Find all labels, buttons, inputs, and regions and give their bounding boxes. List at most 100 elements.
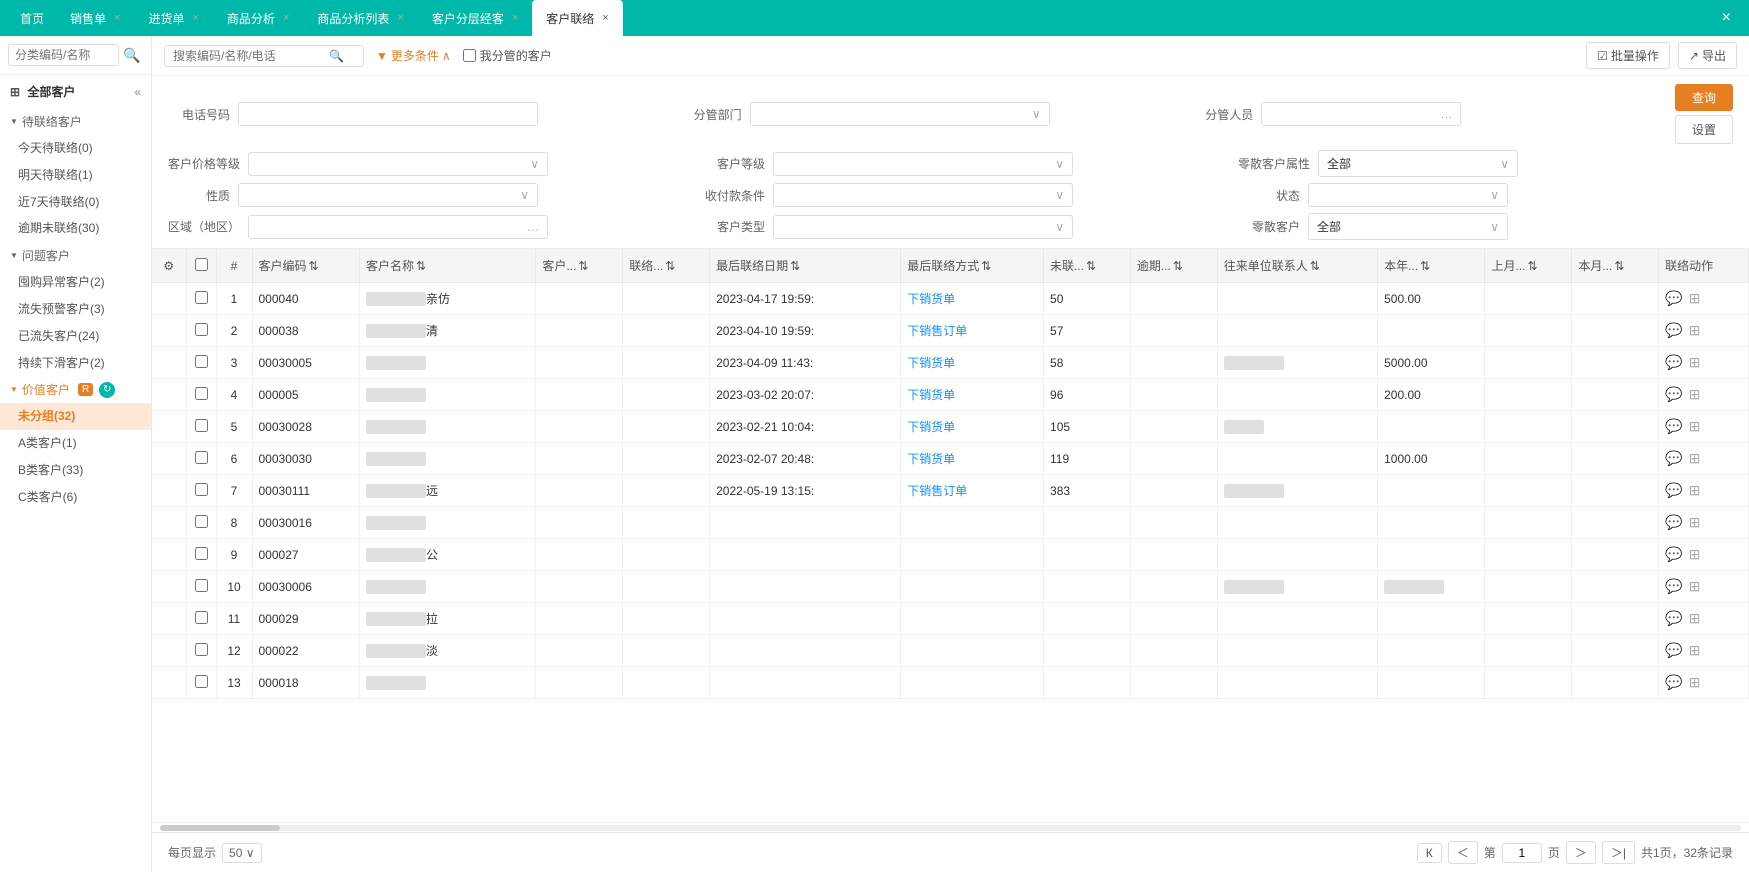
value-group-header[interactable]: ▼ 价值客户 R ↻ [0,376,151,403]
grid-action-icon[interactable]: ⊞ [1689,514,1701,531]
row-checkbox[interactable] [195,643,208,656]
th-code[interactable]: 客户编码⇅ [252,249,359,283]
grid-action-icon[interactable]: ⊞ [1689,354,1701,371]
close-product-analysis-icon[interactable]: × [283,12,289,24]
grid-action-icon[interactable]: ⊞ [1689,418,1701,435]
comment-icon[interactable]: 💬 [1665,354,1682,371]
retail-customer-select[interactable]: 全部 ∨ [1308,213,1508,240]
row-checkbox[interactable] [195,611,208,624]
contact-method-link[interactable]: 下销货单 [907,452,955,466]
th-name[interactable]: 客户名称⇅ [359,249,535,283]
th-last-contact-date[interactable]: 最后联络日期⇅ [710,249,901,283]
sidebar-item-class-c[interactable]: C类客户(6) [0,484,151,511]
comment-icon[interactable]: 💬 [1665,322,1682,339]
sidebar-search-icon[interactable]: 🔍 [123,47,140,64]
sidebar-item-declining[interactable]: 持续下滑客户(2) [0,350,151,377]
th-type[interactable]: 客户...⇅ [536,249,623,283]
row-checkbox[interactable] [195,515,208,528]
grid-action-icon[interactable]: ⊞ [1689,322,1701,339]
prev-page-button[interactable]: ＜ [1448,841,1478,864]
comment-icon[interactable]: 💬 [1665,418,1682,435]
dept-select[interactable]: ∨ [750,102,1050,126]
row-checkbox[interactable] [195,675,208,688]
comment-icon[interactable]: 💬 [1665,450,1682,467]
sidebar-item-hoarding-abnormal[interactable]: 囤购异常客户(2) [0,269,151,296]
row-checkbox[interactable] [195,483,208,496]
grid-action-icon[interactable]: ⊞ [1689,642,1701,659]
grid-action-icon[interactable]: ⊞ [1689,546,1701,563]
close-customer-segment-icon[interactable]: × [512,12,518,24]
my-customers-checkbox[interactable] [463,49,476,62]
close-product-analysis-list-icon[interactable]: × [397,12,403,24]
filter-my-customers[interactable]: 我分管的客户 [463,47,552,64]
sidebar-item-class-a[interactable]: A类客户(1) [0,430,151,457]
pending-group-header[interactable]: ▼ 待联络客户 [0,108,151,135]
comment-icon[interactable]: 💬 [1665,546,1682,563]
problem-group-header[interactable]: ▼ 问题客户 [0,242,151,269]
price-level-select[interactable]: ∨ [248,152,548,176]
reset-button[interactable]: 设置 [1675,115,1733,144]
contact-method-link[interactable]: 下销货单 [907,356,955,370]
comment-icon[interactable]: 💬 [1665,290,1682,307]
th-last-contact-method[interactable]: 最后联络方式⇅ [901,249,1044,283]
close-purchase-icon[interactable]: × [192,12,198,24]
row-checkbox[interactable] [195,451,208,464]
contact-method-link[interactable]: 下销货单 [907,420,955,434]
tab-sales[interactable]: 销售单 × [56,0,134,36]
phone-input[interactable] [238,102,538,126]
refresh-icon[interactable]: ↻ [99,382,115,398]
comment-icon[interactable]: 💬 [1665,642,1682,659]
comment-icon[interactable]: 💬 [1665,578,1682,595]
customer-level-select[interactable]: ∨ [773,152,1073,176]
first-page-button[interactable]: К [1417,843,1442,863]
sidebar-item-today-pending[interactable]: 今天待联络(0) [0,135,151,162]
grid-action-icon[interactable]: ⊞ [1689,482,1701,499]
tab-product-analysis-list[interactable]: 商品分析列表 × [303,0,417,36]
contact-method-link[interactable]: 下销货单 [907,388,955,402]
th-this-year[interactable]: 本年...⇅ [1378,249,1485,283]
th-last-month[interactable]: 上月...⇅ [1485,249,1572,283]
tab-home[interactable]: 首页 [8,0,56,36]
grid-action-icon[interactable]: ⊞ [1689,674,1701,691]
row-checkbox[interactable] [195,355,208,368]
all-customers-header[interactable]: ⊞ 全部客户 « [0,75,151,108]
grid-action-icon[interactable]: ⊞ [1689,578,1701,595]
contact-method-link[interactable]: 下销售订单 [907,484,967,498]
th-unit-contact[interactable]: 往来单位联系人⇅ [1217,249,1377,283]
scrollbar-thumb[interactable] [160,825,280,831]
select-all-checkbox[interactable] [195,258,208,271]
export-button[interactable]: ↗ 导出 [1678,42,1737,69]
nature-select[interactable]: ∨ [238,183,538,207]
grid-action-icon[interactable]: ⊞ [1689,450,1701,467]
row-checkbox[interactable] [195,291,208,304]
tab-customer-contact[interactable]: 客户联络 × [532,0,622,36]
row-checkbox[interactable] [195,547,208,560]
sidebar-item-class-b[interactable]: B类客户(33) [0,457,151,484]
grid-action-icon[interactable]: ⊞ [1689,610,1701,627]
th-gear[interactable]: ⚙ [152,249,186,283]
next-page-button[interactable]: ＞ [1566,841,1596,864]
tab-product-analysis[interactable]: 商品分析 × [213,0,303,36]
query-button[interactable]: 查询 [1675,84,1733,111]
contact-method-link[interactable]: 下销货单 [907,292,955,306]
filter-search-icon[interactable]: 🔍 [329,49,344,63]
row-checkbox[interactable] [195,579,208,592]
close-sales-icon[interactable]: × [114,12,120,24]
last-page-button[interactable]: ＞| [1602,841,1635,864]
filter-more-btn[interactable]: ▼ 更多条件 ∧ [376,47,451,64]
sidebar-item-churn-warning[interactable]: 流失预警客户(3) [0,296,151,323]
region-select[interactable]: … [248,215,548,239]
status-select[interactable]: ∨ [1308,183,1508,207]
sidebar-collapse-btn[interactable]: « [134,85,141,99]
retail-attr-select[interactable]: 全部 ∨ [1318,150,1518,177]
batch-op-button[interactable]: ☑ 批量操作 [1586,42,1670,69]
filter-search-input[interactable] [173,49,323,63]
customer-type-select[interactable]: ∨ [773,215,1073,239]
tab-purchase[interactable]: 进货单 × [134,0,212,36]
th-overdue[interactable]: 逾期...⇅ [1130,249,1217,283]
sidebar-item-overdue-pending[interactable]: 逾期未联络(30) [0,215,151,242]
payment-select[interactable]: ∨ [773,183,1073,207]
th-no-contact[interactable]: 未联...⇅ [1044,249,1131,283]
comment-icon[interactable]: 💬 [1665,386,1682,403]
row-checkbox[interactable] [195,387,208,400]
